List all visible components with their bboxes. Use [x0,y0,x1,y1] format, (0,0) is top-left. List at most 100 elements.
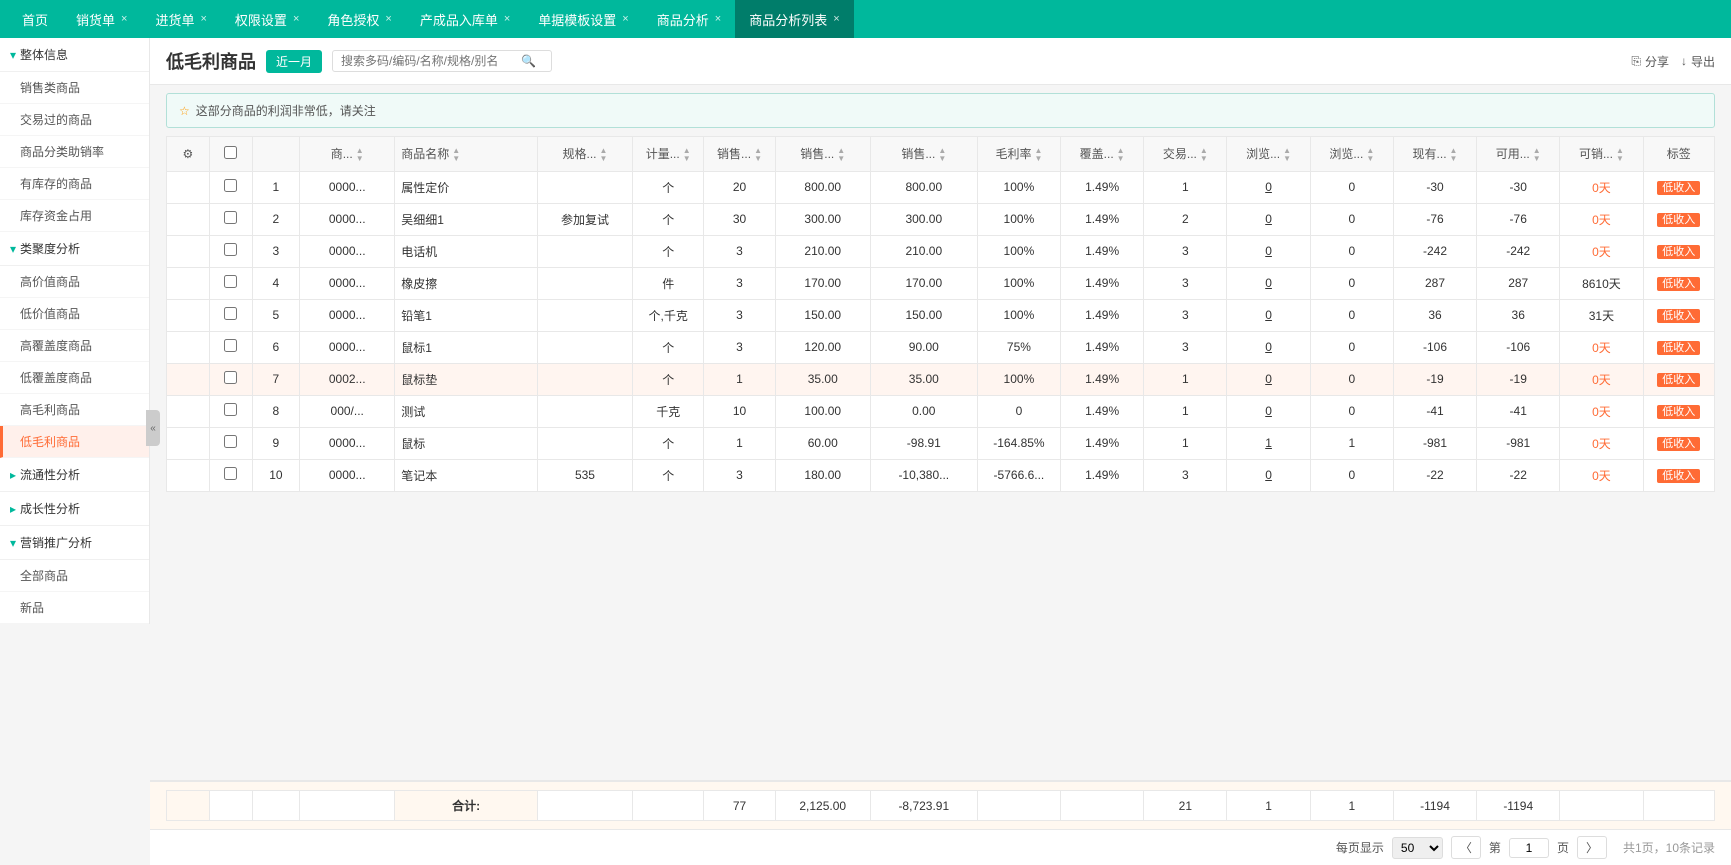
sidebar-item-new-products[interactable]: 新品 [0,592,149,624]
sidebar-group-circulation[interactable]: ▸ 流通性分析 [0,458,149,492]
sidebar-item-sales-products[interactable]: 销售类商品 [0,72,149,104]
date-filter-button[interactable]: 近一月 [266,50,322,73]
row-name[interactable]: 鼠标1 [395,331,538,363]
sidebar-item-in-stock[interactable]: 有库存的商品 [0,168,149,200]
row-checkbox[interactable] [209,427,252,459]
col-spec-header[interactable]: 规格...▲▼ [537,137,632,172]
close-icon[interactable]: × [833,13,839,25]
nav-item-product-entry[interactable]: 产成品入库单 × [406,0,524,38]
row-name[interactable]: 笔记本 [395,459,538,491]
row-checkbox[interactable] [209,395,252,427]
sidebar-item-all-products[interactable]: 全部商品 [0,560,149,592]
search-input[interactable] [341,54,521,68]
nav-item-home[interactable]: 首页 [8,0,62,38]
row-checkbox[interactable] [209,299,252,331]
col-unit-header[interactable]: 计量...▲▼ [633,137,704,172]
col-coverage-header[interactable]: 覆盖...▲▼ [1061,137,1144,172]
row-name[interactable]: 鼠标 [395,427,538,459]
page-size-select[interactable]: 50 100 200 [1392,837,1443,859]
col-sale-profit-header[interactable]: 销售...▲▼ [870,137,977,172]
sidebar-item-high-value[interactable]: 高价值商品 [0,266,149,298]
row-view2: 0 [1310,331,1393,363]
row-name[interactable]: 电话机 [395,235,538,267]
sidebar-collapse-button[interactable]: « [146,410,160,446]
col-sale-qty-header[interactable]: 销售...▲▼ [704,137,775,172]
row-view1[interactable]: 0 [1227,363,1310,395]
row-name[interactable]: 属性定价 [395,171,538,203]
col-sale-amt-header[interactable]: 销售...▲▼ [775,137,870,172]
prev-page-button[interactable]: 〈 [1451,836,1481,859]
sidebar-group-overall[interactable]: ▾ 整体信息 [0,38,149,72]
row-view1[interactable]: 1 [1227,427,1310,459]
row-checkbox[interactable] [209,363,252,395]
sidebar-item-low-value[interactable]: 低价值商品 [0,298,149,330]
row-view1[interactable]: 0 [1227,299,1310,331]
col-gross-rate-header[interactable]: 毛利率▲▼ [977,137,1060,172]
col-view2-header[interactable]: 浏览...▲▼ [1310,137,1393,172]
row-view1[interactable]: 0 [1227,235,1310,267]
row-checkbox[interactable] [209,459,252,491]
sidebar-item-high-coverage[interactable]: 高覆盖度商品 [0,330,149,362]
row-name[interactable]: 鼠标垫 [395,363,538,395]
row-view1[interactable]: 0 [1227,331,1310,363]
search-icon[interactable]: 🔍 [521,54,536,68]
sidebar-item-low-margin[interactable]: 低毛利商品 [0,426,149,458]
nav-item-purchase[interactable]: 进货单 × [141,0,220,38]
row-sellable: 0天 [1560,235,1643,267]
col-tag-header[interactable]: 标签 [1643,137,1714,172]
nav-item-product-analysis[interactable]: 商品分析 × [643,0,735,38]
row-checkbox[interactable] [209,203,252,235]
sidebar-group-cluster[interactable]: ▾ 类聚度分析 [0,232,149,266]
close-icon[interactable]: × [504,13,510,25]
row-spec [537,235,632,267]
row-name[interactable]: 铅笔1 [395,299,538,331]
col-trade-header[interactable]: 交易...▲▼ [1144,137,1227,172]
close-icon[interactable]: × [715,13,721,25]
next-page-button[interactable]: 〉 [1577,836,1607,859]
sidebar-item-high-margin[interactable]: 高毛利商品 [0,394,149,426]
col-code-header[interactable]: 商...▲▼ [300,137,395,172]
sidebar-group-growth[interactable]: ▸ 成长性分析 [0,492,149,526]
close-icon[interactable]: × [121,13,127,25]
close-icon[interactable]: × [385,13,391,25]
row-view1[interactable]: 0 [1227,395,1310,427]
row-view1[interactable]: 0 [1227,203,1310,235]
sidebar-item-traded-products[interactable]: 交易过的商品 [0,104,149,136]
share-button[interactable]: ⎘ 分享 [1631,53,1669,70]
col-sellable-header[interactable]: 可销...▲▼ [1560,137,1643,172]
row-view1[interactable]: 0 [1227,459,1310,491]
row-sale-qty: 10 [704,395,775,427]
table-row: 9 0000... 鼠标 个 1 60.00 -98.91 -164.85% 1… [167,427,1715,459]
row-name[interactable]: 测试 [395,395,538,427]
row-name[interactable]: 吴细细1 [395,203,538,235]
col-select-all[interactable] [209,137,252,172]
row-checkbox[interactable] [209,267,252,299]
close-icon[interactable]: × [200,13,206,25]
col-curr-stock-header[interactable]: 现有...▲▼ [1393,137,1476,172]
row-checkbox[interactable] [209,331,252,363]
sidebar-item-low-coverage[interactable]: 低覆盖度商品 [0,362,149,394]
nav-item-role-auth[interactable]: 角色授权 × [313,0,405,38]
col-settings-cell [167,203,210,235]
select-all-checkbox[interactable] [224,146,237,159]
sidebar-group-marketing[interactable]: ▾ 营销推广分析 [0,526,149,560]
col-view1-header[interactable]: 浏览...▲▼ [1227,137,1310,172]
close-icon[interactable]: × [293,13,299,25]
col-name-header[interactable]: 商品名称▲▼ [395,137,538,172]
nav-item-permissions[interactable]: 权限设置 × [221,0,313,38]
row-view1[interactable]: 0 [1227,171,1310,203]
row-checkbox[interactable] [209,171,252,203]
row-checkbox[interactable] [209,235,252,267]
nav-item-template-settings[interactable]: 单据模板设置 × [524,0,642,38]
close-icon[interactable]: × [622,13,628,25]
sidebar-item-capital-usage[interactable]: 库存资金占用 [0,200,149,232]
col-settings[interactable]: ⚙ [167,137,210,172]
export-button[interactable]: ↓ 导出 [1681,53,1715,70]
col-avail-stock-header[interactable]: 可用...▲▼ [1477,137,1560,172]
page-number-input[interactable] [1509,838,1549,858]
sidebar-item-category-sales[interactable]: 商品分类助销率 [0,136,149,168]
row-view1[interactable]: 0 [1227,267,1310,299]
row-name[interactable]: 橡皮擦 [395,267,538,299]
nav-item-sales[interactable]: 销货单 × [62,0,141,38]
nav-item-analysis-list[interactable]: 商品分析列表 × [735,0,853,38]
